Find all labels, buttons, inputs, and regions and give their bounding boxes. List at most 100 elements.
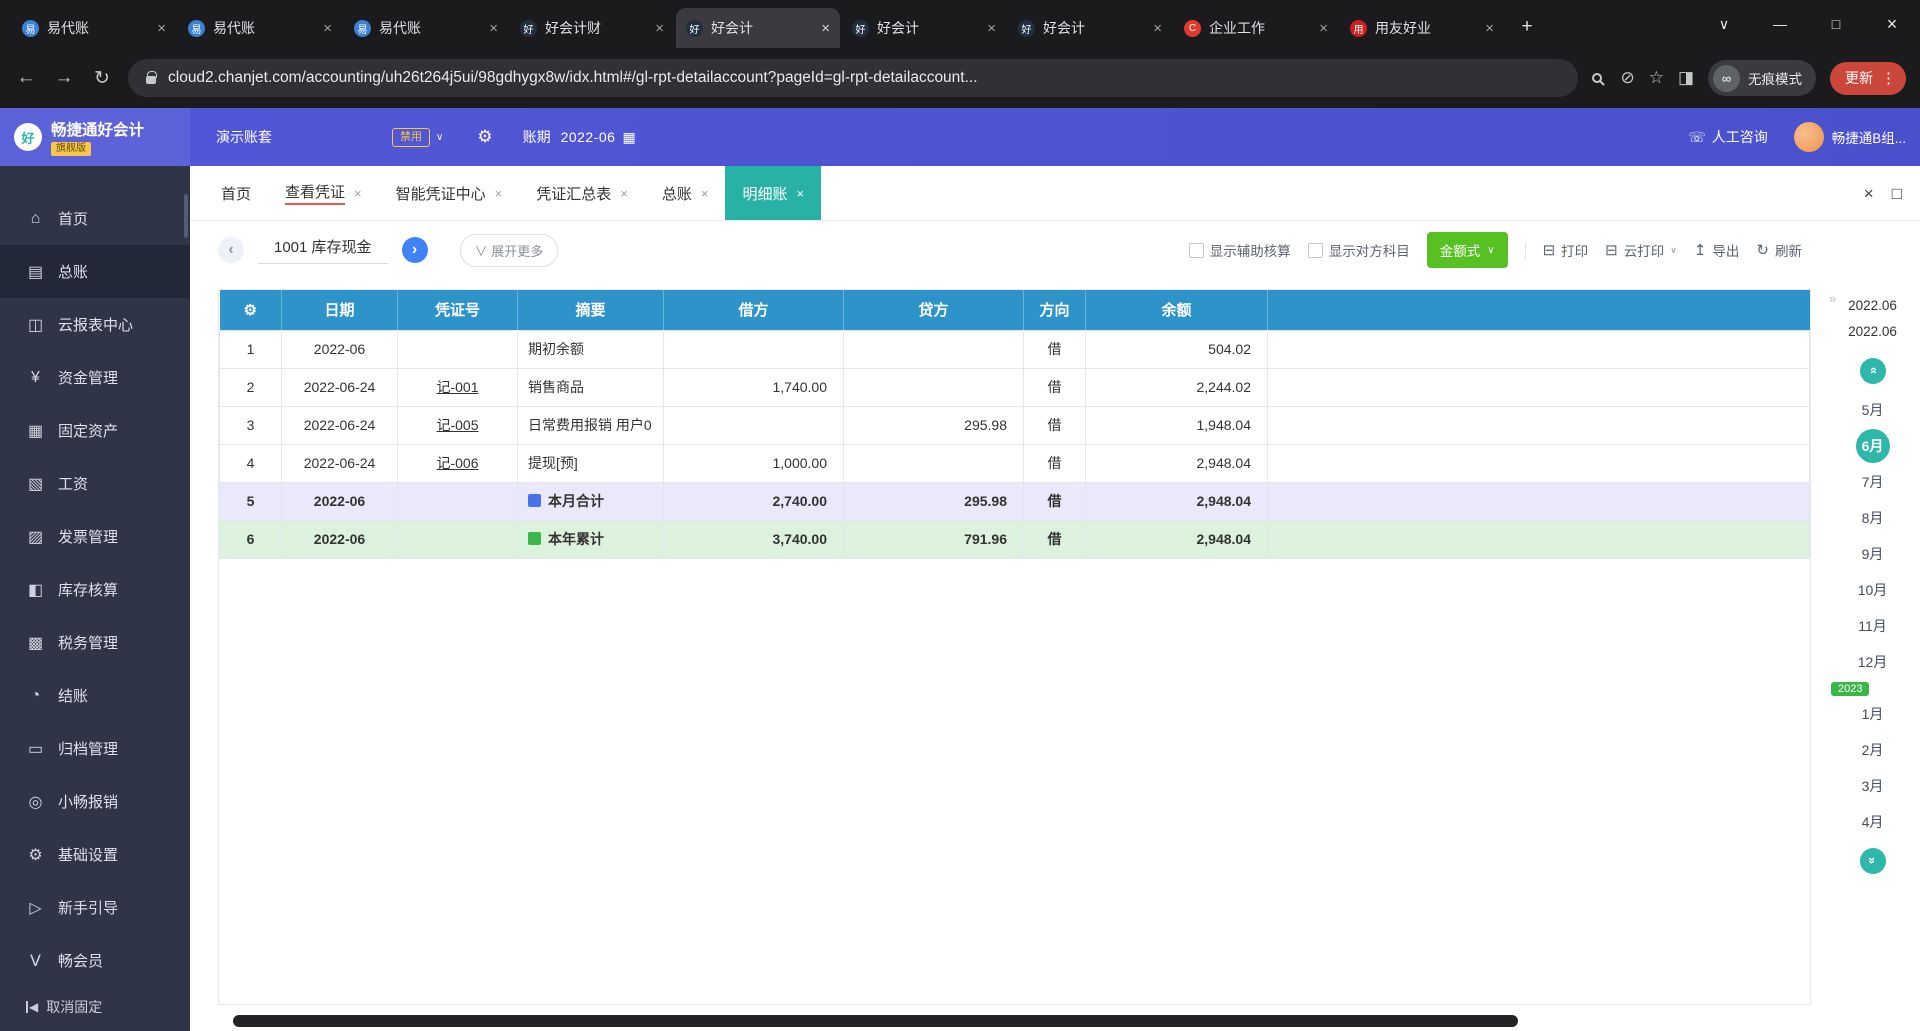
tab-close-icon[interactable]: × xyxy=(620,186,628,201)
bookmark-star-icon[interactable]: ☆ xyxy=(1649,68,1664,88)
eye-blocked-icon[interactable]: ⊘ xyxy=(1620,68,1634,88)
table-row[interactable]: 2 2022-06-24 记-001 销售商品 1,740.00 借 2,244.02 xyxy=(219,367,1810,407)
show-counter-checkbox[interactable]: 显示对方科目 xyxy=(1307,240,1410,260)
account-set-name[interactable]: 演示账套 xyxy=(216,127,272,147)
browser-tab[interactable]: 易 易代账 × xyxy=(12,8,176,48)
browser-tab[interactable]: 好 好会计 × xyxy=(842,8,1006,48)
table-row[interactable]: 6 2022-06 本年累计 3,740.00 791.96 借 2,948.04 xyxy=(219,519,1810,559)
window-close-button[interactable]: × xyxy=(1864,0,1920,48)
sidebar-item-inventory[interactable]: ◧ 库存核算 xyxy=(0,563,190,616)
tab-close-icon[interactable]: × xyxy=(821,21,830,36)
browser-tab[interactable]: 易 易代账 × xyxy=(344,8,508,48)
tab-close-icon[interactable]: × xyxy=(323,21,332,36)
table-row[interactable]: 5 2022-06 本月合计 2,740.00 295.98 借 2,948.04 xyxy=(219,481,1810,521)
search-icon[interactable] xyxy=(1592,73,1603,83)
timeline-month[interactable]: 3月 xyxy=(1862,768,1884,804)
column-settings-gear-icon[interactable]: ⚙ xyxy=(244,302,257,319)
scroll-months-down-button[interactable]: » xyxy=(1859,847,1886,874)
sidebar-item-invoices[interactable]: ▨ 发票管理 xyxy=(0,510,190,563)
browser-tab[interactable]: 用 用友好业 × xyxy=(1340,8,1504,48)
sidebar-item-reimburse[interactable]: ◎ 小畅报销 xyxy=(0,775,190,828)
support-entry[interactable]: ☏ 人工咨询 xyxy=(1688,127,1768,147)
period-value[interactable]: 2022-06 xyxy=(561,129,616,145)
sidebar-item-tax[interactable]: ▩ 税务管理 xyxy=(0,616,190,669)
sidebar-item-fixed-assets[interactable]: ▦ 固定资产 xyxy=(0,404,190,457)
table-row[interactable]: 4 2022-06-24 记-006 提现[预] 1,000.00 借 2,948.04 xyxy=(219,443,1810,483)
url-text[interactable]: cloud2.chanjet.com/accounting/uh26t264j5… xyxy=(168,69,978,87)
new-tab-button[interactable]: + xyxy=(1512,12,1542,42)
reload-button[interactable]: ↻ xyxy=(90,67,114,90)
tab-close-icon[interactable]: × xyxy=(1319,21,1328,36)
checkbox-icon[interactable] xyxy=(1307,242,1323,258)
sidebar-item-cloud-reports[interactable]: ◫ 云报表中心 xyxy=(0,298,190,351)
expand-more-button[interactable]: ∨ 展开更多 xyxy=(459,233,559,267)
checkbox-icon[interactable] xyxy=(1188,242,1204,258)
account-selector[interactable]: 1001 库存现金 xyxy=(258,236,388,264)
unpin-sidebar-button[interactable]: ◀ 取消固定 xyxy=(26,997,102,1017)
timeline-month[interactable]: 9月 xyxy=(1862,536,1884,572)
print-button[interactable]: ⊟ 打印 xyxy=(1543,240,1589,260)
sidebar-item-guide[interactable]: ▷ 新手引导 xyxy=(0,881,190,934)
tab-close-icon[interactable]: × xyxy=(157,21,166,36)
timeline-month[interactable]: 7月 xyxy=(1862,464,1884,500)
timeline-month[interactable]: 5月 xyxy=(1862,392,1884,428)
timeline-month[interactable]: 6月 xyxy=(1855,428,1890,463)
timeline-month[interactable]: 1月 xyxy=(1862,696,1884,732)
scroll-months-up-button[interactable]: » xyxy=(1859,357,1886,384)
workspace-tab[interactable]: 总账 × xyxy=(645,166,726,220)
tab-close-icon[interactable]: × xyxy=(354,186,362,201)
sidebar-item-archive[interactable]: ▭ 归档管理 xyxy=(0,722,190,775)
browser-menu-icon[interactable]: ⋮ xyxy=(1881,69,1896,87)
browser-tab[interactable]: 好 好会计 × xyxy=(1008,8,1172,48)
timeline-month[interactable]: 2月 xyxy=(1862,732,1884,768)
workspace-tab[interactable]: 首页 xyxy=(204,166,268,220)
refresh-button[interactable]: ↻ 刷新 xyxy=(1756,240,1802,260)
timeline-month[interactable]: 11月 xyxy=(1858,608,1887,644)
close-all-tabs-icon[interactable]: × xyxy=(1864,184,1874,204)
horizontal-scrollbar[interactable] xyxy=(233,1015,1518,1027)
amount-format-button[interactable]: 金额式 ∨ xyxy=(1426,232,1508,268)
sidebar-scrollbar[interactable] xyxy=(184,194,188,238)
sidebar-item-funds[interactable]: ¥ 资金管理 xyxy=(0,351,190,404)
table-row[interactable]: 3 2022-06-24 记-005 日常费用报销 用户0 295.98 借 1,948.0… xyxy=(219,405,1810,445)
tab-close-icon[interactable]: × xyxy=(1485,21,1494,36)
minimize-button[interactable]: — xyxy=(1752,0,1808,48)
tab-close-icon[interactable]: × xyxy=(489,21,498,36)
workspace-tab[interactable]: 凭证汇总表 × xyxy=(519,166,645,220)
browser-tab[interactable]: 易 易代账 × xyxy=(178,8,342,48)
workspace-tab[interactable]: 查看凭证 × xyxy=(268,166,379,220)
export-button[interactable]: ↥ 导出 xyxy=(1694,240,1740,260)
tab-close-icon[interactable]: × xyxy=(655,21,664,36)
sidebar-item-home[interactable]: ⌂ 首页 xyxy=(0,192,190,245)
sidebar-item-closing[interactable]: ◔ 结账 xyxy=(0,669,190,722)
workspace-tab[interactable]: 智能凭证中心 × xyxy=(379,166,520,220)
timeline-month[interactable]: 8月 xyxy=(1862,500,1884,536)
settings-gear-icon[interactable]: ⚙ xyxy=(477,127,492,147)
voucher-link[interactable]: 记-005 xyxy=(436,417,478,433)
back-button[interactable]: ← xyxy=(14,67,38,89)
collapse-panel-icon[interactable]: » xyxy=(1829,291,1836,306)
side-panel-icon[interactable]: ◨ xyxy=(1678,68,1694,88)
browser-tab[interactable]: 好 好会计 × xyxy=(676,8,840,48)
sidebar-item-membership[interactable]: Ⅴ 畅会员 xyxy=(0,934,190,987)
timeline-month[interactable]: 12月 xyxy=(1858,644,1888,680)
sidebar-item-settings[interactable]: ⚙ 基础设置 xyxy=(0,828,190,881)
browser-tab[interactable]: 好 好会计财 × xyxy=(510,8,674,48)
prev-account-button[interactable]: ‹ xyxy=(218,237,244,263)
next-account-button[interactable]: › xyxy=(401,237,428,263)
avatar[interactable] xyxy=(1793,122,1824,152)
forward-button[interactable]: → xyxy=(52,67,76,89)
sidebar-item-general-ledger[interactable]: ▤ 总账 xyxy=(0,245,190,298)
url-field[interactable]: cloud2.chanjet.com/accounting/uh26t264j5… xyxy=(128,59,1579,97)
voucher-link[interactable]: 记-006 xyxy=(436,455,478,471)
browser-update-button[interactable]: 更新 ⋮ xyxy=(1830,61,1906,95)
tab-close-icon[interactable]: × xyxy=(1153,21,1162,36)
browser-tab[interactable]: C 企业工作 × xyxy=(1174,8,1338,48)
timeline-month[interactable]: 10月 xyxy=(1858,572,1888,608)
sidebar-item-payroll[interactable]: ▧ 工资 xyxy=(0,457,190,510)
incognito-badge[interactable]: ∞ 无痕模式 xyxy=(1708,60,1816,96)
tab-close-icon[interactable]: × xyxy=(987,21,996,36)
tab-close-icon[interactable]: × xyxy=(701,186,709,201)
voucher-link[interactable]: 记-001 xyxy=(436,379,478,395)
cloud-print-button[interactable]: ⊟ 云打印 ∨ xyxy=(1605,240,1677,260)
